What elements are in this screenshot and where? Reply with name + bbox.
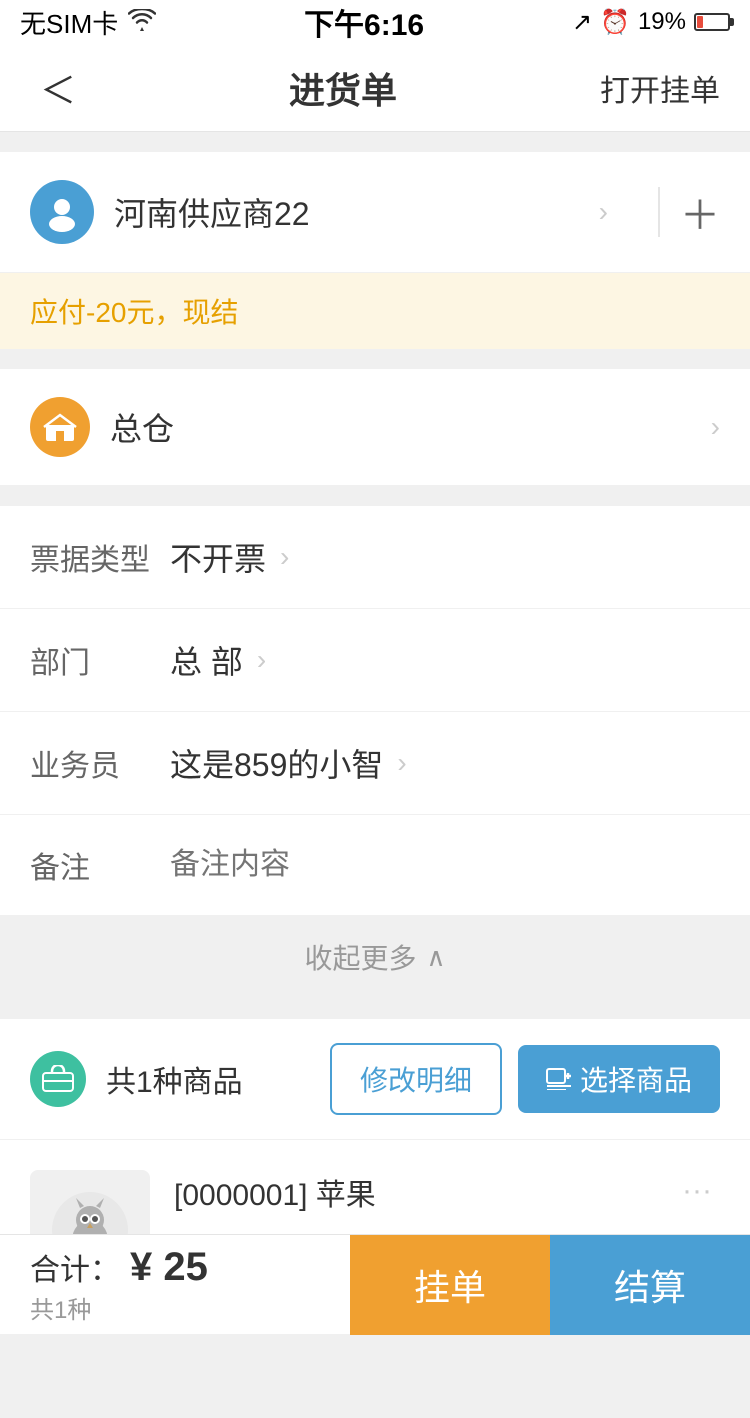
product-name: [0000001] 苹果	[174, 1170, 674, 1214]
select-product-label: 选择商品	[580, 1059, 692, 1099]
collapse-row[interactable]: 收起更多 ∧	[0, 915, 750, 999]
total-sub-label: 共1种	[30, 1290, 320, 1325]
products-header: 共1种商品 修改明细 选择商品	[0, 1019, 750, 1140]
select-product-button[interactable]: 选择商品	[518, 1045, 720, 1113]
gap-3	[0, 486, 750, 506]
warehouse-chevron-icon: ›	[711, 411, 720, 443]
status-right: ↗ ⏰ 19%	[572, 8, 730, 37]
form-card: 票据类型 不开票 › 部门 总 部 › 业务员 这是859的小智 › 备注	[0, 506, 750, 915]
department-chevron-icon: ›	[257, 644, 266, 676]
warehouse-row[interactable]: 总仓 ›	[0, 369, 750, 486]
warehouse-icon-bg	[30, 397, 90, 457]
salesman-value: 这是859的小智	[170, 740, 383, 786]
total-label-text: 合计：	[30, 1245, 120, 1289]
supplier-chevron-icon: ›	[599, 196, 608, 228]
warehouse-card: 总仓 ›	[0, 369, 750, 486]
salesman-label: 业务员	[30, 741, 170, 785]
total-section: 合计： ¥ 25 共1种	[0, 1245, 350, 1325]
ticket-type-label: 票据类型	[30, 535, 170, 579]
add-button[interactable]: ＋	[680, 183, 720, 241]
page-title: 进货单	[289, 62, 397, 114]
hold-button[interactable]: 挂单	[350, 1235, 550, 1335]
supplier-row[interactable]: 河南供应商22 › ＋	[0, 152, 750, 273]
salesman-row[interactable]: 业务员 这是859的小智 ›	[0, 712, 750, 815]
notice-text: 应付-20元，现结	[30, 297, 238, 328]
total-label-row: 合计： ¥ 25	[30, 1245, 320, 1290]
remark-input[interactable]	[170, 848, 720, 882]
battery-percent: 19%	[638, 8, 686, 36]
ticket-type-chevron-icon: ›	[280, 541, 289, 573]
supplier-card: 河南供应商22 › ＋ 应付-20元，现结	[0, 152, 750, 349]
nav-bar: ＜ 进货单 打开挂单	[0, 44, 750, 132]
carrier-label: 无SIM卡	[20, 4, 118, 41]
remark-label: 备注	[30, 843, 170, 887]
edit-detail-button[interactable]: 修改明细	[330, 1043, 502, 1115]
back-button[interactable]: ＜	[30, 52, 86, 124]
remark-row: 备注	[0, 815, 750, 915]
status-bar: 无SIM卡 下午6:16 ↗ ⏰ 19%	[0, 0, 750, 44]
total-amount: ¥ 25	[130, 1245, 208, 1290]
product-code: [0000001]	[174, 1179, 316, 1212]
product-more-button[interactable]: ···	[674, 1170, 720, 1212]
battery-icon	[694, 13, 730, 31]
bottom-bar: 合计： ¥ 25 共1种 挂单 结算	[0, 1234, 750, 1334]
collapse-icon: ∧	[426, 942, 445, 973]
notice-banner: 应付-20元，现结	[0, 273, 750, 349]
supplier-name: 河南供应商22	[114, 189, 599, 235]
collapse-label: 收起更多	[304, 937, 416, 977]
salesman-chevron-icon: ›	[397, 747, 406, 779]
open-pending-button[interactable]: 打开挂单	[600, 66, 720, 110]
department-label: 部门	[30, 638, 170, 682]
checkout-button[interactable]: 结算	[550, 1235, 750, 1335]
gap-2	[0, 349, 750, 369]
alarm-icon: ⏰	[600, 8, 630, 37]
gap-4	[0, 999, 750, 1019]
wifi-icon	[128, 7, 156, 38]
warehouse-label: 总仓	[110, 404, 711, 450]
product-title: 苹果	[316, 1179, 376, 1212]
products-count-label: 共1种商品	[106, 1057, 330, 1101]
location-icon: ↗	[572, 8, 592, 37]
ticket-type-value: 不开票	[170, 534, 266, 580]
department-value: 总 部	[170, 637, 243, 683]
department-row[interactable]: 部门 总 部 ›	[0, 609, 750, 712]
vertical-divider	[658, 187, 660, 237]
ticket-type-row[interactable]: 票据类型 不开票 ›	[0, 506, 750, 609]
gap-1	[0, 132, 750, 152]
supplier-avatar	[30, 180, 94, 244]
status-time: 下午6:16	[304, 0, 424, 44]
products-icon-bg	[30, 1051, 86, 1107]
status-left: 无SIM卡	[20, 4, 156, 41]
